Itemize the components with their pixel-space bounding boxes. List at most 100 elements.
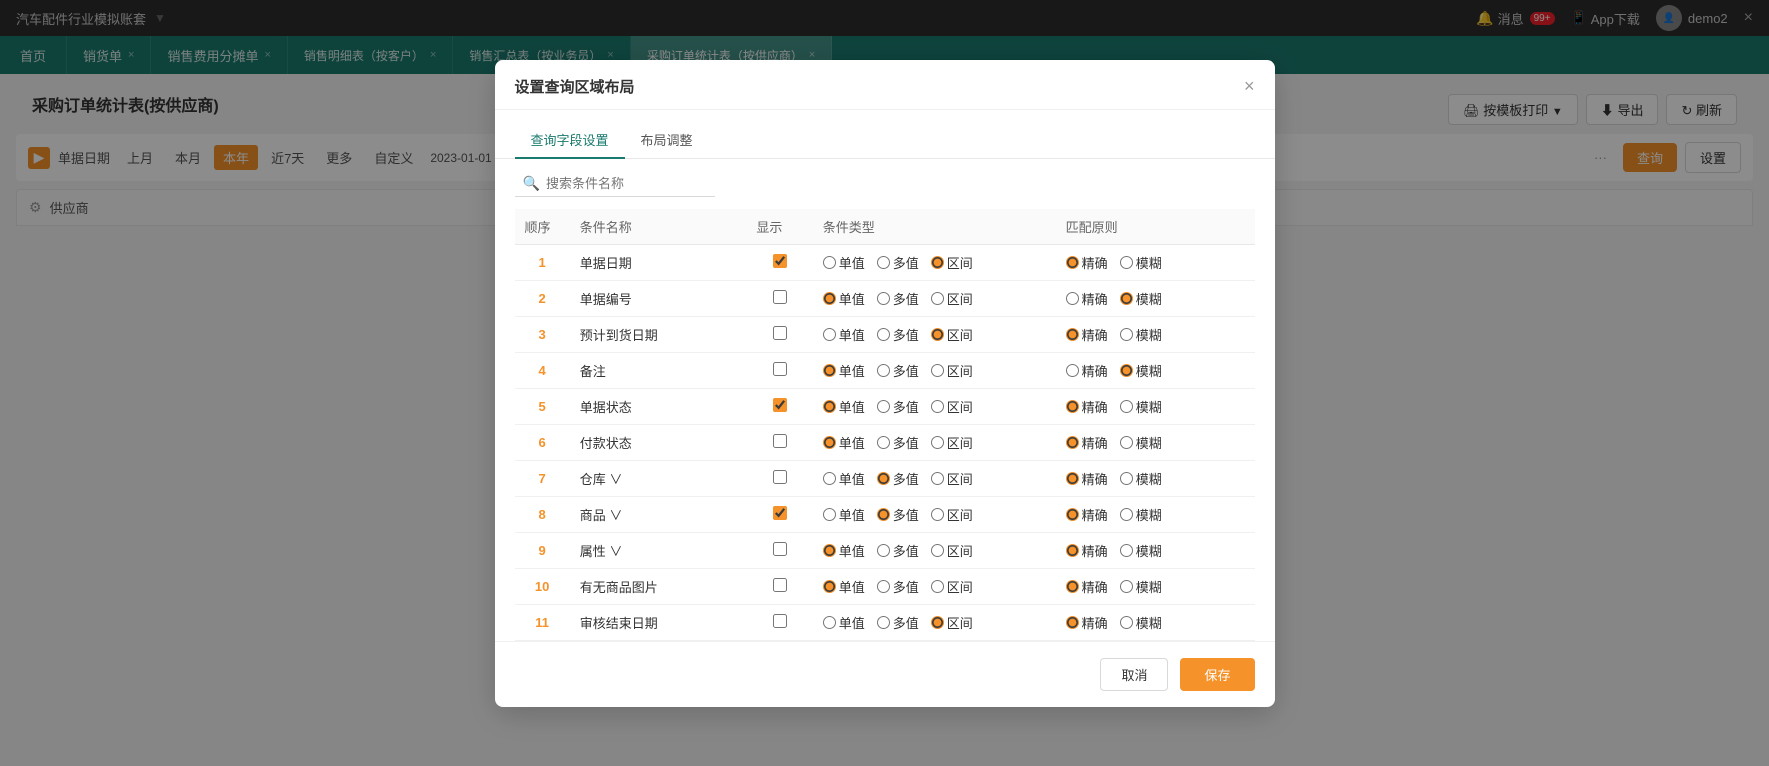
show-checkbox-10[interactable] bbox=[773, 614, 787, 628]
row-show-4[interactable] bbox=[746, 388, 812, 424]
type-option-区间-0[interactable]: 区间 bbox=[931, 253, 973, 272]
type-option-区间-4[interactable]: 区间 bbox=[931, 397, 973, 416]
show-checkbox-4[interactable] bbox=[773, 398, 787, 412]
type-option-区间-7[interactable]: 区间 bbox=[931, 505, 973, 524]
type-option-多值-7[interactable]: 多值 bbox=[877, 505, 919, 524]
row-type-4[interactable]: 单值多值区间 bbox=[813, 388, 1056, 424]
match-option-精确-5[interactable]: 精确 bbox=[1066, 433, 1108, 452]
row-show-6[interactable] bbox=[746, 460, 812, 496]
cancel-button[interactable]: 取消 bbox=[1100, 658, 1168, 691]
match-option-精确-6[interactable]: 精确 bbox=[1066, 469, 1108, 488]
match-option-模糊-3[interactable]: 模糊 bbox=[1120, 361, 1162, 380]
row-show-10[interactable] bbox=[746, 604, 812, 640]
type-option-单值-6[interactable]: 单值 bbox=[823, 469, 865, 488]
type-option-多值-9[interactable]: 多值 bbox=[877, 577, 919, 596]
match-option-模糊-0[interactable]: 模糊 bbox=[1120, 253, 1162, 272]
row-type-7[interactable]: 单值多值区间 bbox=[813, 496, 1056, 532]
row-show-7[interactable] bbox=[746, 496, 812, 532]
row-show-1[interactable] bbox=[746, 280, 812, 316]
row-match-2[interactable]: 精确模糊 bbox=[1056, 316, 1255, 352]
row-type-8[interactable]: 单值多值区间 bbox=[813, 532, 1056, 568]
search-input[interactable] bbox=[546, 176, 706, 191]
row-type-3[interactable]: 单值多值区间 bbox=[813, 352, 1056, 388]
type-option-单值-4[interactable]: 单值 bbox=[823, 397, 865, 416]
match-option-模糊-9[interactable]: 模糊 bbox=[1120, 577, 1162, 596]
show-checkbox-6[interactable] bbox=[773, 470, 787, 484]
type-option-单值-2[interactable]: 单值 bbox=[823, 325, 865, 344]
row-match-8[interactable]: 精确模糊 bbox=[1056, 532, 1255, 568]
type-option-单值-8[interactable]: 单值 bbox=[823, 541, 865, 560]
match-option-精确-9[interactable]: 精确 bbox=[1066, 577, 1108, 596]
match-option-精确-4[interactable]: 精确 bbox=[1066, 397, 1108, 416]
match-option-模糊-4[interactable]: 模糊 bbox=[1120, 397, 1162, 416]
type-option-单值-1[interactable]: 单值 bbox=[823, 289, 865, 308]
type-option-多值-8[interactable]: 多值 bbox=[877, 541, 919, 560]
row-show-5[interactable] bbox=[746, 424, 812, 460]
type-option-多值-6[interactable]: 多值 bbox=[877, 469, 919, 488]
row-match-10[interactable]: 精确模糊 bbox=[1056, 604, 1255, 640]
show-checkbox-0[interactable] bbox=[773, 254, 787, 268]
match-option-精确-0[interactable]: 精确 bbox=[1066, 253, 1108, 272]
match-option-精确-7[interactable]: 精确 bbox=[1066, 505, 1108, 524]
row-type-0[interactable]: 单值多值区间 bbox=[813, 244, 1056, 280]
row-match-1[interactable]: 精确模糊 bbox=[1056, 280, 1255, 316]
match-option-模糊-2[interactable]: 模糊 bbox=[1120, 325, 1162, 344]
type-option-区间-10[interactable]: 区间 bbox=[931, 613, 973, 632]
row-type-6[interactable]: 单值多值区间 bbox=[813, 460, 1056, 496]
match-option-模糊-10[interactable]: 模糊 bbox=[1120, 613, 1162, 632]
show-checkbox-9[interactable] bbox=[773, 578, 787, 592]
type-option-多值-5[interactable]: 多值 bbox=[877, 433, 919, 452]
match-option-模糊-7[interactable]: 模糊 bbox=[1120, 505, 1162, 524]
type-option-单值-5[interactable]: 单值 bbox=[823, 433, 865, 452]
type-option-区间-1[interactable]: 区间 bbox=[931, 289, 973, 308]
match-option-模糊-5[interactable]: 模糊 bbox=[1120, 433, 1162, 452]
save-button[interactable]: 保存 bbox=[1180, 658, 1254, 691]
match-option-模糊-1[interactable]: 模糊 bbox=[1120, 289, 1162, 308]
type-option-区间-5[interactable]: 区间 bbox=[931, 433, 973, 452]
match-option-模糊-6[interactable]: 模糊 bbox=[1120, 469, 1162, 488]
show-checkbox-7[interactable] bbox=[773, 506, 787, 520]
show-checkbox-2[interactable] bbox=[773, 326, 787, 340]
type-option-区间-6[interactable]: 区间 bbox=[931, 469, 973, 488]
modal-close-button[interactable]: × bbox=[1244, 77, 1255, 95]
type-option-多值-0[interactable]: 多值 bbox=[877, 253, 919, 272]
type-option-多值-3[interactable]: 多值 bbox=[877, 361, 919, 380]
type-option-单值-7[interactable]: 单值 bbox=[823, 505, 865, 524]
show-checkbox-5[interactable] bbox=[773, 434, 787, 448]
row-match-6[interactable]: 精确模糊 bbox=[1056, 460, 1255, 496]
row-match-9[interactable]: 精确模糊 bbox=[1056, 568, 1255, 604]
tab-query-fields[interactable]: 查询字段设置 bbox=[515, 122, 625, 159]
type-option-单值-3[interactable]: 单值 bbox=[823, 361, 865, 380]
match-option-精确-10[interactable]: 精确 bbox=[1066, 613, 1108, 632]
match-option-精确-3[interactable]: 精确 bbox=[1066, 361, 1108, 380]
type-option-单值-0[interactable]: 单值 bbox=[823, 253, 865, 272]
row-type-10[interactable]: 单值多值区间 bbox=[813, 604, 1056, 640]
type-option-多值-10[interactable]: 多值 bbox=[877, 613, 919, 632]
type-option-单值-9[interactable]: 单值 bbox=[823, 577, 865, 596]
type-option-区间-8[interactable]: 区间 bbox=[931, 541, 973, 560]
type-option-区间-3[interactable]: 区间 bbox=[931, 361, 973, 380]
row-match-7[interactable]: 精确模糊 bbox=[1056, 496, 1255, 532]
match-option-精确-8[interactable]: 精确 bbox=[1066, 541, 1108, 560]
match-option-精确-2[interactable]: 精确 bbox=[1066, 325, 1108, 344]
row-type-2[interactable]: 单值多值区间 bbox=[813, 316, 1056, 352]
type-option-多值-4[interactable]: 多值 bbox=[877, 397, 919, 416]
row-show-9[interactable] bbox=[746, 568, 812, 604]
show-checkbox-8[interactable] bbox=[773, 542, 787, 556]
row-type-1[interactable]: 单值多值区间 bbox=[813, 280, 1056, 316]
row-match-3[interactable]: 精确模糊 bbox=[1056, 352, 1255, 388]
type-option-单值-10[interactable]: 单值 bbox=[823, 613, 865, 632]
match-option-模糊-8[interactable]: 模糊 bbox=[1120, 541, 1162, 560]
row-show-8[interactable] bbox=[746, 532, 812, 568]
type-option-区间-9[interactable]: 区间 bbox=[931, 577, 973, 596]
type-option-区间-2[interactable]: 区间 bbox=[931, 325, 973, 344]
row-match-4[interactable]: 精确模糊 bbox=[1056, 388, 1255, 424]
show-checkbox-1[interactable] bbox=[773, 290, 787, 304]
show-checkbox-3[interactable] bbox=[773, 362, 787, 376]
type-option-多值-2[interactable]: 多值 bbox=[877, 325, 919, 344]
match-option-精确-1[interactable]: 精确 bbox=[1066, 289, 1108, 308]
row-match-5[interactable]: 精确模糊 bbox=[1056, 424, 1255, 460]
row-show-2[interactable] bbox=[746, 316, 812, 352]
row-show-3[interactable] bbox=[746, 352, 812, 388]
row-show-0[interactable] bbox=[746, 244, 812, 280]
